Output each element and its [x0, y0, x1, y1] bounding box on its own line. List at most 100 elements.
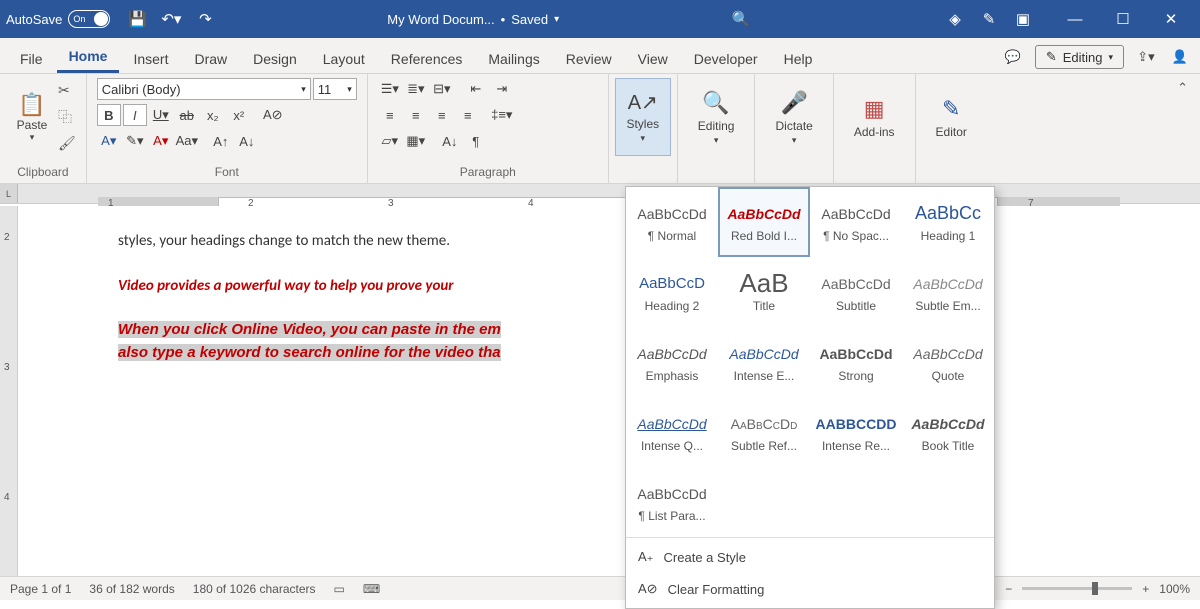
tab-design[interactable]: Design	[241, 43, 309, 73]
doc-title[interactable]: My Word Docum... • Saved ▾	[387, 12, 559, 27]
accessibility-icon[interactable]: ⌨	[363, 582, 380, 596]
underline-button[interactable]: U▾	[149, 104, 173, 126]
addins-button[interactable]: ▦ Add-ins	[844, 78, 905, 156]
editor-button[interactable]: ✎ Editor	[926, 78, 977, 156]
tab-help[interactable]: Help	[772, 43, 825, 73]
focus-mode-icon[interactable]: ▭	[334, 582, 345, 596]
account-icon[interactable]: 👤	[1168, 46, 1192, 68]
cut-icon[interactable]: ✂	[58, 82, 76, 99]
menubar: File Home Insert Draw Design Layout Refe…	[0, 38, 1200, 74]
dictate-button[interactable]: 🎤 Dictate▾	[765, 78, 822, 156]
window-icon[interactable]: ▣	[1006, 2, 1040, 36]
numbering-icon[interactable]: ≣▾	[404, 78, 428, 100]
text-effects-icon[interactable]: A▾	[97, 130, 121, 152]
styles-button[interactable]: A↗ Styles ▾	[615, 78, 671, 156]
style--list-para-[interactable]: AaBbCcDd¶ List Para...	[626, 467, 718, 537]
page-count[interactable]: Page 1 of 1	[10, 582, 71, 596]
shrink-font-icon[interactable]: A↓	[235, 130, 259, 152]
maximize-button[interactable]: ☐	[1100, 2, 1146, 36]
word-count[interactable]: 36 of 182 words	[89, 582, 174, 596]
change-case-icon[interactable]: Aa▾	[175, 130, 199, 152]
tab-draw[interactable]: Draw	[182, 43, 239, 73]
style--normal[interactable]: AaBbCcDd¶ Normal	[626, 187, 718, 257]
align-center-icon[interactable]: ≡	[404, 104, 428, 126]
minimize-button[interactable]: —	[1052, 2, 1098, 36]
shading-icon[interactable]: ▱▾	[378, 130, 402, 152]
tab-mailings[interactable]: Mailings	[476, 43, 551, 73]
zoom-slider[interactable]	[1022, 587, 1132, 590]
highlight-icon[interactable]: ✎▾	[123, 130, 147, 152]
ruler-horizontal[interactable]: L 1 2 3 4 5 6 7	[0, 184, 1200, 204]
clear-formatting-button[interactable]: A⊘Clear Formatting	[638, 576, 982, 602]
zoom-value[interactable]: 100%	[1159, 582, 1190, 596]
style--no-spac-[interactable]: AaBbCcDd¶ No Spac...	[810, 187, 902, 257]
tab-insert[interactable]: Insert	[121, 43, 180, 73]
subscript-button[interactable]: x₂	[201, 104, 225, 126]
copy-icon[interactable]: ⿻	[58, 107, 76, 127]
font-color-icon[interactable]: A▾	[149, 130, 173, 152]
dec-indent-icon[interactable]: ⇤	[464, 78, 488, 100]
sort-icon[interactable]: A↓	[438, 130, 462, 152]
show-marks-icon[interactable]: ¶	[464, 130, 488, 152]
tab-references[interactable]: References	[379, 43, 475, 73]
align-left-icon[interactable]: ≡	[378, 104, 402, 126]
style-intense-e-[interactable]: AaBbCcDdIntense E...	[718, 327, 810, 397]
format-painter-icon[interactable]: 🖌	[58, 135, 76, 152]
tab-review[interactable]: Review	[554, 43, 624, 73]
redo-icon[interactable]: ↷	[188, 2, 222, 36]
tab-home[interactable]: Home	[57, 40, 120, 73]
tab-developer[interactable]: Developer	[682, 43, 770, 73]
style-red-bold-i-[interactable]: AaBbCcDdRed Bold I...	[718, 187, 810, 257]
style-quote[interactable]: AaBbCcDdQuote	[902, 327, 994, 397]
autosave-toggle[interactable]: On	[68, 10, 110, 28]
tab-view[interactable]: View	[626, 43, 680, 73]
font-name-select[interactable]: Calibri (Body)▾	[97, 78, 311, 100]
titlebar: AutoSave On 💾 ↶▾ ↷ My Word Docum... • Sa…	[0, 0, 1200, 38]
create-style-button[interactable]: A₊Create a Style	[638, 544, 982, 570]
paste-button[interactable]: 📋 Paste ▾	[10, 78, 54, 156]
close-button[interactable]: ✕	[1148, 2, 1194, 36]
font-size-select[interactable]: 11▾	[313, 78, 357, 100]
editing-mode[interactable]: ✎ Editing ▾	[1035, 45, 1124, 69]
search-icon[interactable]: 🔍	[724, 2, 758, 36]
undo-icon[interactable]: ↶▾	[154, 2, 188, 36]
bullets-icon[interactable]: ☰▾	[378, 78, 402, 100]
char-count[interactable]: 180 of 1026 characters	[193, 582, 316, 596]
style-emphasis[interactable]: AaBbCcDdEmphasis	[626, 327, 718, 397]
justify-icon[interactable]: ≡	[456, 104, 480, 126]
style-heading-2[interactable]: AaBbCcDHeading 2	[626, 257, 718, 327]
style-strong[interactable]: AaBbCcDdStrong	[810, 327, 902, 397]
superscript-button[interactable]: x²	[227, 104, 251, 126]
style-intense-re-[interactable]: AABBCCDDIntense Re...	[810, 397, 902, 467]
save-icon[interactable]: 💾	[120, 2, 154, 36]
wand-icon[interactable]: ✎	[972, 2, 1006, 36]
tab-file[interactable]: File	[8, 43, 55, 73]
ruler-vertical[interactable]: 234	[0, 206, 18, 576]
line-spacing-icon[interactable]: ‡≡▾	[490, 104, 514, 126]
collapse-ribbon-icon[interactable]: ⌃	[1177, 74, 1200, 183]
editing-button[interactable]: 🔍 Editing▾	[688, 78, 745, 156]
zoom-out-icon[interactable]: −	[1005, 582, 1012, 596]
grow-font-icon[interactable]: A↑	[209, 130, 233, 152]
style-subtle-ref-[interactable]: AaBbCcDdSubtle Ref...	[718, 397, 810, 467]
clear-format-icon[interactable]: A⊘	[261, 104, 285, 126]
bold-button[interactable]: B	[97, 104, 121, 126]
document-area[interactable]: 234 styles, your headings change to matc…	[0, 206, 1200, 576]
align-right-icon[interactable]: ≡	[430, 104, 454, 126]
multilevel-icon[interactable]: ⊟▾	[430, 78, 454, 100]
diamond-icon[interactable]: ◈	[938, 2, 972, 36]
strike-button[interactable]: ab	[175, 104, 199, 126]
share-icon[interactable]: ⇪▾	[1134, 46, 1158, 68]
italic-button[interactable]: I	[123, 104, 147, 126]
borders-icon[interactable]: ▦▾	[404, 130, 428, 152]
style-heading-1[interactable]: AaBbCcHeading 1	[902, 187, 994, 257]
style-title[interactable]: AaBTitle	[718, 257, 810, 327]
comments-icon[interactable]: 💬	[1001, 46, 1025, 68]
inc-indent-icon[interactable]: ⇥	[490, 78, 514, 100]
zoom-in-icon[interactable]: +	[1142, 582, 1149, 596]
style-intense-q-[interactable]: AaBbCcDdIntense Q...	[626, 397, 718, 467]
style-subtitle[interactable]: AaBbCcDdSubtitle	[810, 257, 902, 327]
style-subtle-em-[interactable]: AaBbCcDdSubtle Em...	[902, 257, 994, 327]
tab-layout[interactable]: Layout	[311, 43, 377, 73]
style-book-title[interactable]: AaBbCcDdBook Title	[902, 397, 994, 467]
